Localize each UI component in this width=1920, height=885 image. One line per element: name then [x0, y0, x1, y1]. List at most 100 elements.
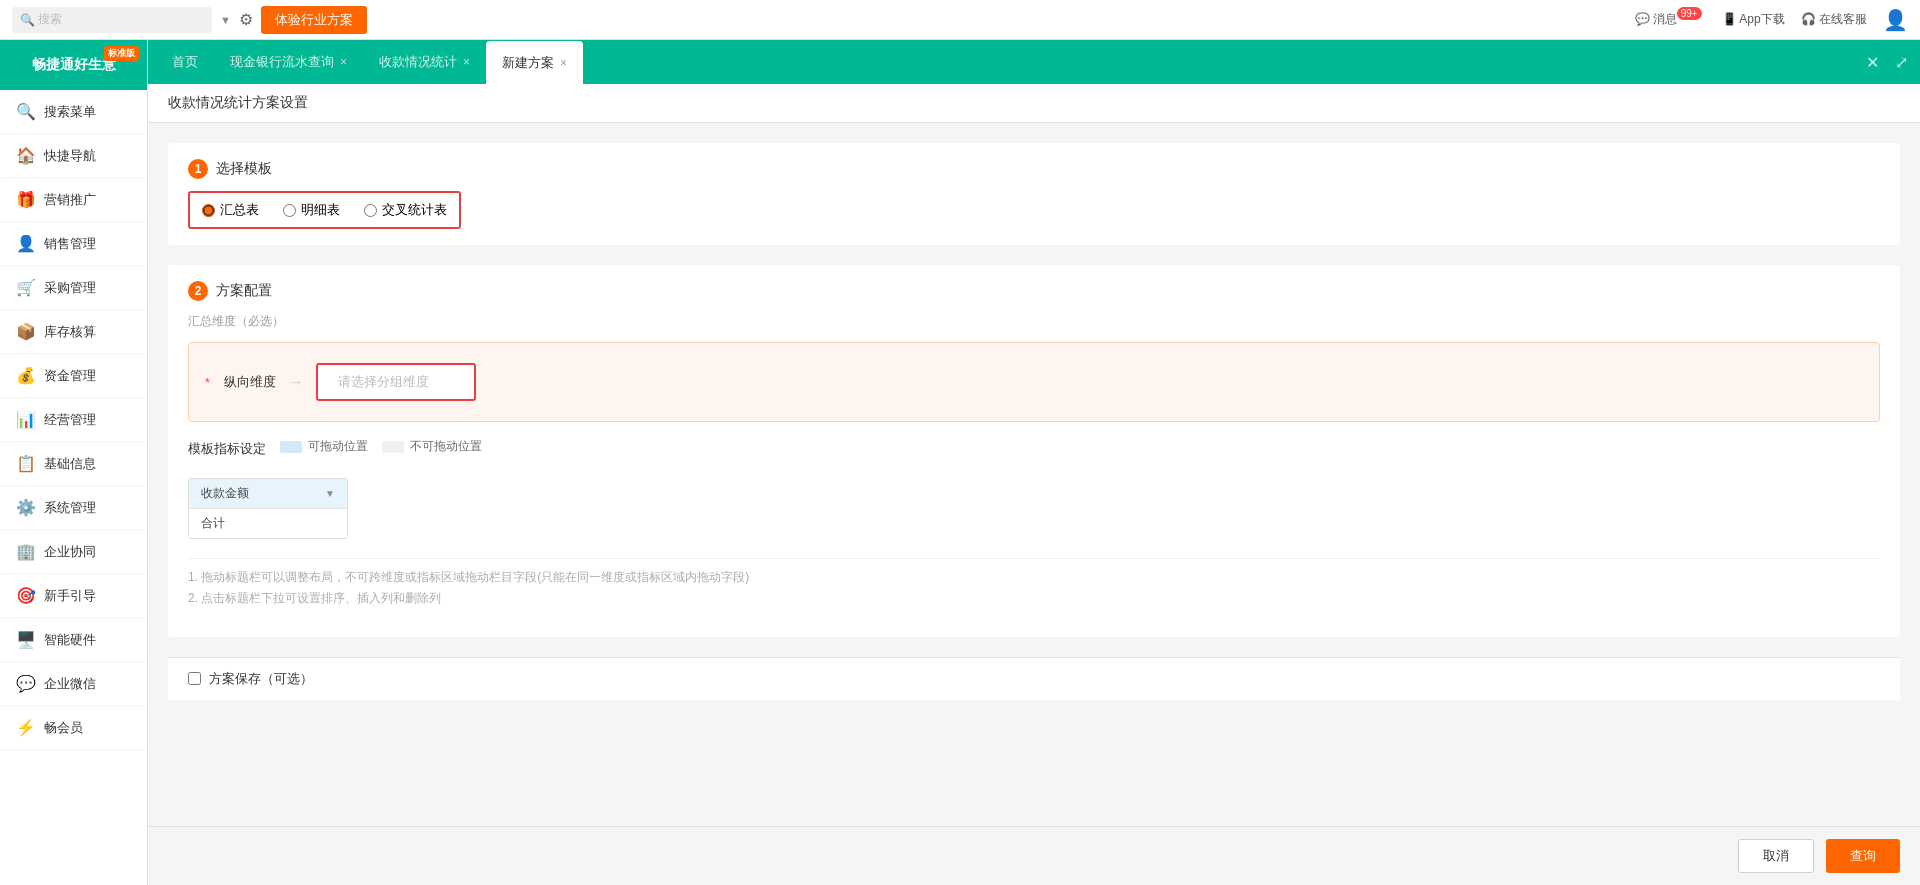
operations-icon: 📊: [16, 410, 36, 429]
save-label: 方案保存（可选）: [209, 670, 313, 688]
trial-button[interactable]: 体验行业方案: [261, 6, 367, 34]
sidebar-item-sales[interactable]: 👤 销售管理: [0, 222, 147, 266]
metrics-table-header[interactable]: 收款金额 ▼: [189, 479, 347, 509]
save-checkbox[interactable]: [188, 672, 201, 685]
sidebar-item-system[interactable]: ⚙️ 系统管理: [0, 486, 147, 530]
tab-home[interactable]: 首页: [156, 40, 214, 84]
step2-title: 2 方案配置: [188, 281, 1880, 301]
guide-icon: 🎯: [16, 586, 36, 605]
sidebar-item-label: 经营管理: [44, 411, 96, 429]
sidebar-item-inventory[interactable]: 📦 库存核算: [0, 310, 147, 354]
tab-cashflow-label: 现金银行流水查询: [230, 53, 334, 71]
tab-bar: 首页 现金银行流水查询 × 收款情况统计 × 新建方案 × ✕ ⤢: [148, 40, 1920, 84]
tips-box: 1. 拖动标题栏可以调整布局，不可跨维度或指标区域拖动栏目字段(只能在同一维度或…: [188, 558, 1880, 621]
page-area: 收款情况统计方案设置 1 选择模板 汇总表: [148, 84, 1920, 885]
template-radio-group: 汇总表 明细表 交叉统计表: [188, 191, 461, 229]
user-avatar[interactable]: 👤: [1883, 8, 1908, 32]
sidebar-item-label: 库存核算: [44, 323, 96, 341]
legend-fixed-label: 不可拖动位置: [410, 438, 482, 455]
tab-receipt-stats-close[interactable]: ×: [463, 55, 470, 69]
step2-badge: 2: [188, 281, 208, 301]
tab-new-plan-close[interactable]: ×: [560, 56, 567, 70]
hardware-icon: 🖥️: [16, 630, 36, 649]
system-icon: ⚙️: [16, 498, 36, 517]
dimension-select[interactable]: 请选择分组维度: [316, 363, 476, 401]
tab-receipt-stats-label: 收款情况统计: [379, 53, 457, 71]
sidebar-logo: 畅捷通好生意 标准版: [0, 40, 147, 90]
query-button[interactable]: 查询: [1826, 839, 1900, 873]
metrics-header: 模板指标设定 可拖动位置 不可拖动位置: [188, 438, 1880, 458]
radio-summary-input[interactable]: [202, 204, 215, 217]
step1-title: 1 选择模板: [188, 159, 1880, 179]
step1-label: 选择模板: [216, 160, 272, 178]
download-item[interactable]: 📱 App下载: [1722, 11, 1785, 28]
app-layout: 畅捷通好生意 标准版 🔍 搜索菜单 🏠 快捷导航 🎁 营销推广 👤 销售管理 🛒…: [0, 40, 1920, 885]
sidebar-item-label: 营销推广: [44, 191, 96, 209]
cancel-button[interactable]: 取消: [1738, 839, 1814, 873]
tab-new-plan[interactable]: 新建方案 ×: [486, 41, 583, 85]
sidebar-item-quick-nav[interactable]: 🏠 快捷导航: [0, 134, 147, 178]
sidebar-item-purchase[interactable]: 🛒 采购管理: [0, 266, 147, 310]
tab-receipt-stats[interactable]: 收款情况统计 ×: [363, 40, 486, 84]
sidebar-item-label: 畅会员: [44, 719, 83, 737]
messages-item[interactable]: 💬 消息 99+: [1635, 11, 1706, 28]
tip1: 1. 拖动标题栏可以调整布局，不可跨维度或指标区域拖动栏目字段(只能在同一维度或…: [188, 569, 1880, 586]
legend-draggable-color: [280, 441, 302, 453]
enterprise-icon: 🏢: [16, 542, 36, 561]
page-title: 收款情况统计方案设置: [168, 94, 308, 110]
dimension-placeholder: 请选择分组维度: [338, 374, 429, 389]
required-star: *: [205, 375, 210, 390]
radio-detail-label: 明细表: [301, 201, 340, 219]
metrics-col-dropdown-icon[interactable]: ▼: [325, 488, 335, 499]
sidebar-item-marketing[interactable]: 🎁 营销推广: [0, 178, 147, 222]
sidebar-item-wechat[interactable]: 💬 企业微信: [0, 662, 147, 706]
sidebar-item-label: 搜索菜单: [44, 103, 96, 121]
sidebar-item-search[interactable]: 🔍 搜索菜单: [0, 90, 147, 134]
step1-badge: 1: [188, 159, 208, 179]
legend-draggable-label: 可拖动位置: [308, 438, 368, 455]
footer-bar: 取消 查询: [148, 826, 1920, 885]
sidebar-item-label: 企业微信: [44, 675, 96, 693]
radio-cross-label: 交叉统计表: [382, 201, 447, 219]
sidebar-item-enterprise[interactable]: 🏢 企业协同: [0, 530, 147, 574]
arrow-right-icon: →: [288, 373, 304, 391]
legend-fixed-color: [382, 441, 404, 453]
sidebar-item-member[interactable]: ⚡ 畅会员: [0, 706, 147, 750]
step2-section: 2 方案配置 汇总维度（必选） * 纵向维度 → 请选择分组维度: [168, 265, 1900, 637]
sidebar-item-guide[interactable]: 🎯 新手引导: [0, 574, 147, 618]
radio-cross-input[interactable]: [364, 204, 377, 217]
radio-cross[interactable]: 交叉统计表: [364, 201, 447, 219]
sidebar-item-label: 资金管理: [44, 367, 96, 385]
sidebar-item-operations[interactable]: 📊 经营管理: [0, 398, 147, 442]
tab-cashflow[interactable]: 现金银行流水查询 ×: [214, 40, 363, 84]
tab-maximize-icon[interactable]: ⤢: [1891, 49, 1912, 76]
sidebar-item-capital[interactable]: 💰 资金管理: [0, 354, 147, 398]
marketing-icon: 🎁: [16, 190, 36, 209]
radio-detail-input[interactable]: [283, 204, 296, 217]
sidebar-item-label: 采购管理: [44, 279, 96, 297]
service-item[interactable]: 🎧 在线客服: [1801, 11, 1867, 28]
tab-cashflow-close[interactable]: ×: [340, 55, 347, 69]
page-header: 收款情况统计方案设置: [148, 84, 1920, 123]
capital-icon: 💰: [16, 366, 36, 385]
step1-section: 1 选择模板 汇总表 明细表: [168, 143, 1900, 245]
radio-summary[interactable]: 汇总表: [202, 201, 259, 219]
radio-detail[interactable]: 明细表: [283, 201, 340, 219]
tab-new-plan-label: 新建方案: [502, 54, 554, 72]
search-menu-icon: 🔍: [16, 102, 36, 121]
sidebar: 畅捷通好生意 标准版 🔍 搜索菜单 🏠 快捷导航 🎁 营销推广 👤 销售管理 🛒…: [0, 40, 148, 885]
main-content: 首页 现金银行流水查询 × 收款情况统计 × 新建方案 × ✕ ⤢ 收: [148, 40, 1920, 885]
tab-close-all-icon[interactable]: ✕: [1862, 49, 1883, 76]
top-search-box[interactable]: 🔍 搜索: [12, 7, 212, 33]
search-placeholder: 搜索: [38, 11, 62, 28]
sidebar-item-hardware[interactable]: 🖥️ 智能硬件: [0, 618, 147, 662]
top-bar-left: 🔍 搜索 ▼ ⚙ 体验行业方案: [12, 6, 1627, 34]
settings-icon[interactable]: ⚙: [239, 10, 253, 29]
sidebar-item-basic-info[interactable]: 📋 基础信息: [0, 442, 147, 486]
sidebar-item-label: 新手引导: [44, 587, 96, 605]
quick-nav-icon: 🏠: [16, 146, 36, 165]
search-icon: 🔍: [20, 13, 35, 27]
search-dropdown-icon[interactable]: ▼: [220, 14, 231, 26]
radio-summary-label: 汇总表: [220, 201, 259, 219]
sidebar-item-label: 智能硬件: [44, 631, 96, 649]
